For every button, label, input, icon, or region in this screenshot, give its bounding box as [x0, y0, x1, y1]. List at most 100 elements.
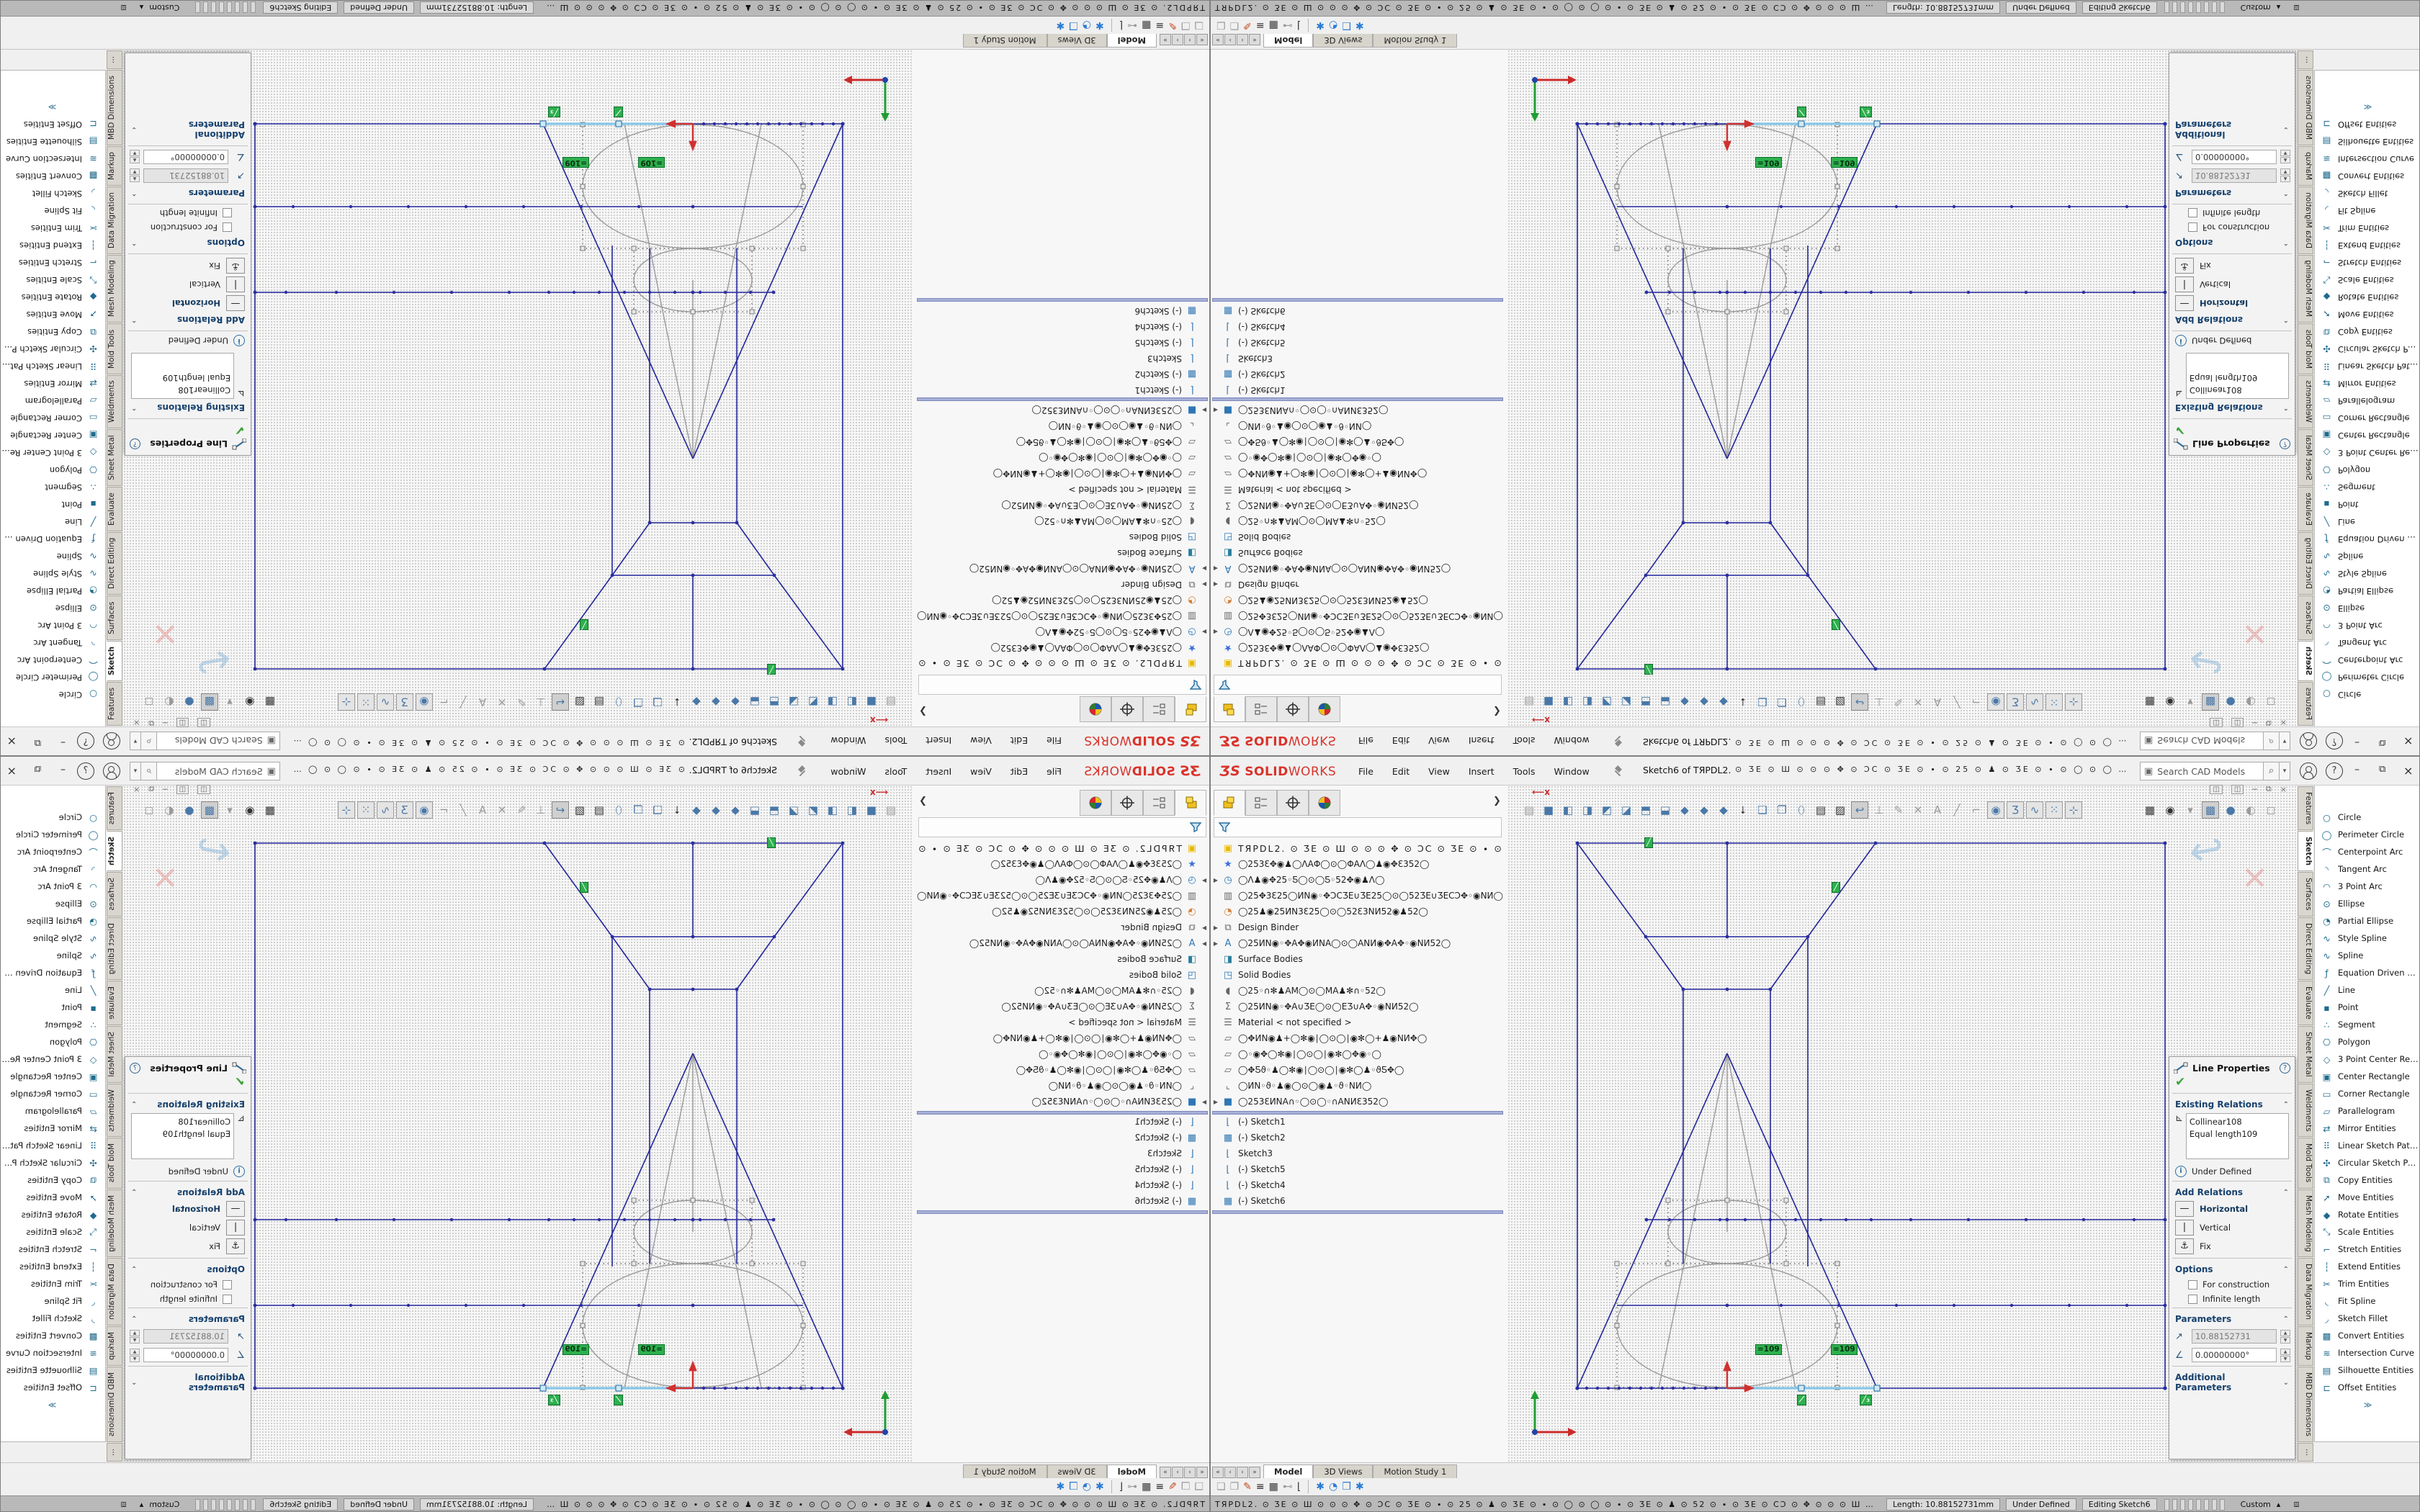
flyout-expand-arrow[interactable]: ❯: [919, 706, 927, 716]
equal-relation-badge[interactable]: =109: [1755, 157, 1782, 168]
menu-item-scale-entities[interactable]: ⤡Scale Entities: [0, 271, 105, 289]
collapse-chevron-icon[interactable]: ⌃: [2283, 1101, 2289, 1109]
table-grid-icon[interactable]: ▦: [1142, 19, 1151, 31]
tree-row[interactable]: ▱◯✥ИΝ◉♟+◯✻◉∣◯⊙◯∣◉✻◯+♟◉ΝИ✥◯: [913, 466, 1209, 482]
menu-insert[interactable]: Insert: [1469, 736, 1494, 747]
restore-button[interactable]: ⧉: [35, 764, 41, 775]
commandmanager-tab-weldments[interactable]: Weldments: [2298, 375, 2313, 429]
commandmanager-tab-mesh-modeling[interactable]: Mesh Modeling: [107, 255, 122, 323]
tree-row[interactable]: ▦(-) Sketch2: [913, 1130, 1209, 1146]
menu-item-circular-sketch-pattern[interactable]: ✣Circular Sketch Pattern: [0, 1154, 105, 1171]
menu-item-rotate-entities[interactable]: ◆Rotate Entities: [2315, 1206, 2420, 1223]
pin-menu-icon[interactable]: [796, 737, 806, 747]
search-button[interactable]: ⌕: [140, 762, 156, 780]
axis-chart-icon[interactable]: ⌊: [1119, 1481, 1123, 1493]
tab-model[interactable]: Model: [1263, 34, 1313, 48]
more-tools-chevron-icon[interactable]: ≫: [0, 102, 105, 112]
menu-item-move-entities[interactable]: ➚Move Entities: [0, 1189, 105, 1206]
length-field[interactable]: 10.88152731: [2192, 1329, 2277, 1344]
commandmanager-tab-sketch[interactable]: Sketch: [107, 641, 122, 681]
tab-scroll-button[interactable]: ›: [1237, 34, 1248, 45]
tab-scroll-button[interactable]: »: [1249, 34, 1260, 45]
menu-item-extend-entities[interactable]: ┆Extend Entities: [2315, 237, 2420, 254]
motion-clock-icon[interactable]: ◔: [1329, 1481, 1337, 1493]
account-icon[interactable]: [2300, 732, 2317, 750]
menu-edit[interactable]: Edit: [1392, 766, 1410, 777]
menu-item-equation-driven-curve[interactable]: ƒEquation Driven Curve: [0, 964, 105, 981]
tree-row[interactable]: ▶■◯253ƐИΝΑ∩◦◯⊙◯◦∩ΑΝИƐ352◯: [913, 402, 1209, 418]
tree-row[interactable]: ⌊(-) Sketch1: [1211, 382, 1507, 398]
horizontal-relation-button[interactable]: —Horizontal: [125, 1200, 251, 1218]
settings-gear-icon[interactable]: ✱: [1056, 1481, 1065, 1493]
angle-field[interactable]: 0.00000000°: [2192, 150, 2277, 164]
options-header[interactable]: Options⌃: [125, 235, 251, 251]
menu-item-corner-rectangle[interactable]: ▭Corner Rectangle: [0, 410, 105, 427]
menu-item-fit-spline[interactable]: ◟Fit Spline: [0, 1292, 105, 1310]
length-field[interactable]: 10.88152731: [143, 1329, 228, 1344]
expand-arrow-icon[interactable]: ▶: [1211, 582, 1221, 588]
axis-chart-icon[interactable]: ⌊: [1297, 19, 1301, 31]
equal-relation-badge[interactable]: =109: [563, 1344, 589, 1355]
spinner-control[interactable]: ▲▼: [2280, 169, 2290, 183]
pin-menu-icon[interactable]: [796, 765, 806, 775]
angle-field[interactable]: 0.00000000°: [143, 1348, 228, 1362]
tree-row[interactable]: ◳Solid Bodies: [913, 967, 1209, 983]
menu-item-offset-entities[interactable]: ⊏Offset Entities: [2315, 1379, 2420, 1396]
additional-parameters-header[interactable]: Additional Parameters⌄: [125, 1369, 251, 1395]
tree-row[interactable]: ☰Material < not specified >: [1211, 1014, 1507, 1030]
close-button[interactable]: ×: [7, 764, 17, 778]
menu-item-centerpoint-arc[interactable]: ⌒Centerpoint Arc: [0, 652, 105, 669]
configurationmanager-tab[interactable]: [1277, 696, 1309, 722]
commandmanager-tab-data-migration[interactable]: Data Migration: [107, 186, 122, 254]
expand-arrow-icon[interactable]: ▶: [1211, 629, 1221, 636]
commandmanager-tab-mesh-modeling[interactable]: Mesh Modeling: [107, 1189, 122, 1258]
pin-menu-icon[interactable]: [1614, 737, 1624, 747]
equal-relation-badge[interactable]: =109: [563, 157, 589, 168]
tree-row[interactable]: ▱◯◦◉✥◯✻◉∣◯⊙◯∣◉✻◯✥◉◦◯: [1211, 1046, 1507, 1062]
tree-row[interactable]: ⌞◯ИΝ◦ϑ◦♟◉◯⊙◯◉♟◦ϑ◦ΝИ◯: [1211, 418, 1507, 434]
for-construction-checkbox[interactable]: For construction: [2169, 221, 2295, 235]
menu-item-extend-entities[interactable]: ┆Extend Entities: [2315, 1258, 2420, 1275]
menu-item-perimeter-circle[interactable]: ◯Perimeter Circle: [2315, 669, 2420, 686]
menu-item-convert-entities[interactable]: ▩Convert Entities: [0, 1327, 105, 1344]
tree-row[interactable]: ▦(-) Sketch2: [1211, 1130, 1507, 1146]
tree-row[interactable]: ◳Solid Bodies: [913, 529, 1209, 545]
menu-item-parallelogram[interactable]: ▱Parallelogram: [2315, 392, 2420, 410]
tab-scroll-button[interactable]: ‹: [1184, 1467, 1196, 1478]
tab-nav-buttons[interactable]: «‹›»: [1160, 1467, 1208, 1478]
tree-row[interactable]: ◨Surface Bodies: [913, 951, 1209, 967]
menu-item-perimeter-circle[interactable]: ◯Perimeter Circle: [0, 669, 105, 686]
menu-item-equation-driven-curve[interactable]: ƒEquation Driven Curve: [2315, 531, 2420, 548]
relation-item[interactable]: Equal length109: [2190, 372, 2285, 384]
collapse-chevron-icon[interactable]: ⌃: [131, 1101, 137, 1109]
relation-item[interactable]: Collinear108: [2190, 1116, 2285, 1128]
tree-row[interactable]: ◖◯25◦∩✻♟ΑΜ◯⊙◯ΜΑ♟✻∩◦52◯: [913, 983, 1209, 999]
menu-item-stretch-entities[interactable]: ⌐Stretch Entities: [0, 254, 105, 271]
units-selector[interactable]: Custom▴: [140, 1500, 180, 1509]
tree-row[interactable]: ⌊Sketch3: [913, 351, 1209, 366]
menu-item-offset-entities[interactable]: ⊏Offset Entities: [0, 116, 105, 133]
expand-arrow-icon[interactable]: ▶: [1199, 408, 1209, 414]
menu-item-copy-entities[interactable]: ⧉Copy Entities: [2315, 323, 2420, 341]
units-dropdown-arrow[interactable]: ▴: [140, 3, 144, 12]
expand-arrow-icon[interactable]: ▶: [1199, 924, 1209, 931]
relations-listbox[interactable]: Collinear108 Equal length109: [2186, 1113, 2289, 1159]
menu-item-scale-entities[interactable]: ⤡Scale Entities: [2315, 1223, 2420, 1241]
angle-field[interactable]: 0.00000000°: [143, 150, 228, 164]
menu-tools[interactable]: Tools: [885, 766, 908, 777]
checkbox-icon[interactable]: [223, 1295, 232, 1304]
units-selector[interactable]: Custom▴: [2241, 1500, 2281, 1509]
help-icon[interactable]: ?: [2326, 762, 2343, 780]
vertical-relation-button[interactable]: ❘Vertical: [125, 275, 251, 294]
menu-item-3-point-center-recta-[interactable]: ◇3 Point Center Recta...: [2315, 1050, 2420, 1068]
expand-arrow-icon[interactable]: ▶: [1211, 1099, 1221, 1105]
parameters-header[interactable]: Parameters⌃: [125, 186, 251, 202]
restore-button[interactable]: ⧉: [2379, 737, 2385, 748]
rollback-bar[interactable]: [913, 398, 1209, 402]
relation-item[interactable]: Collinear108: [135, 1116, 230, 1128]
collapse-chevron-icon[interactable]: ⌃: [131, 189, 137, 197]
infinite-length-checkbox[interactable]: Infinite length: [2169, 207, 2295, 221]
options-header[interactable]: Options⌃: [2169, 1261, 2295, 1277]
tree-row[interactable]: ▱◯✥ИΝ◉♟+◯✻◉∣◯⊙◯∣◉✻◯+♟◉ΝИ✥◯: [913, 1030, 1209, 1046]
close-button[interactable]: ×: [2403, 734, 2413, 748]
